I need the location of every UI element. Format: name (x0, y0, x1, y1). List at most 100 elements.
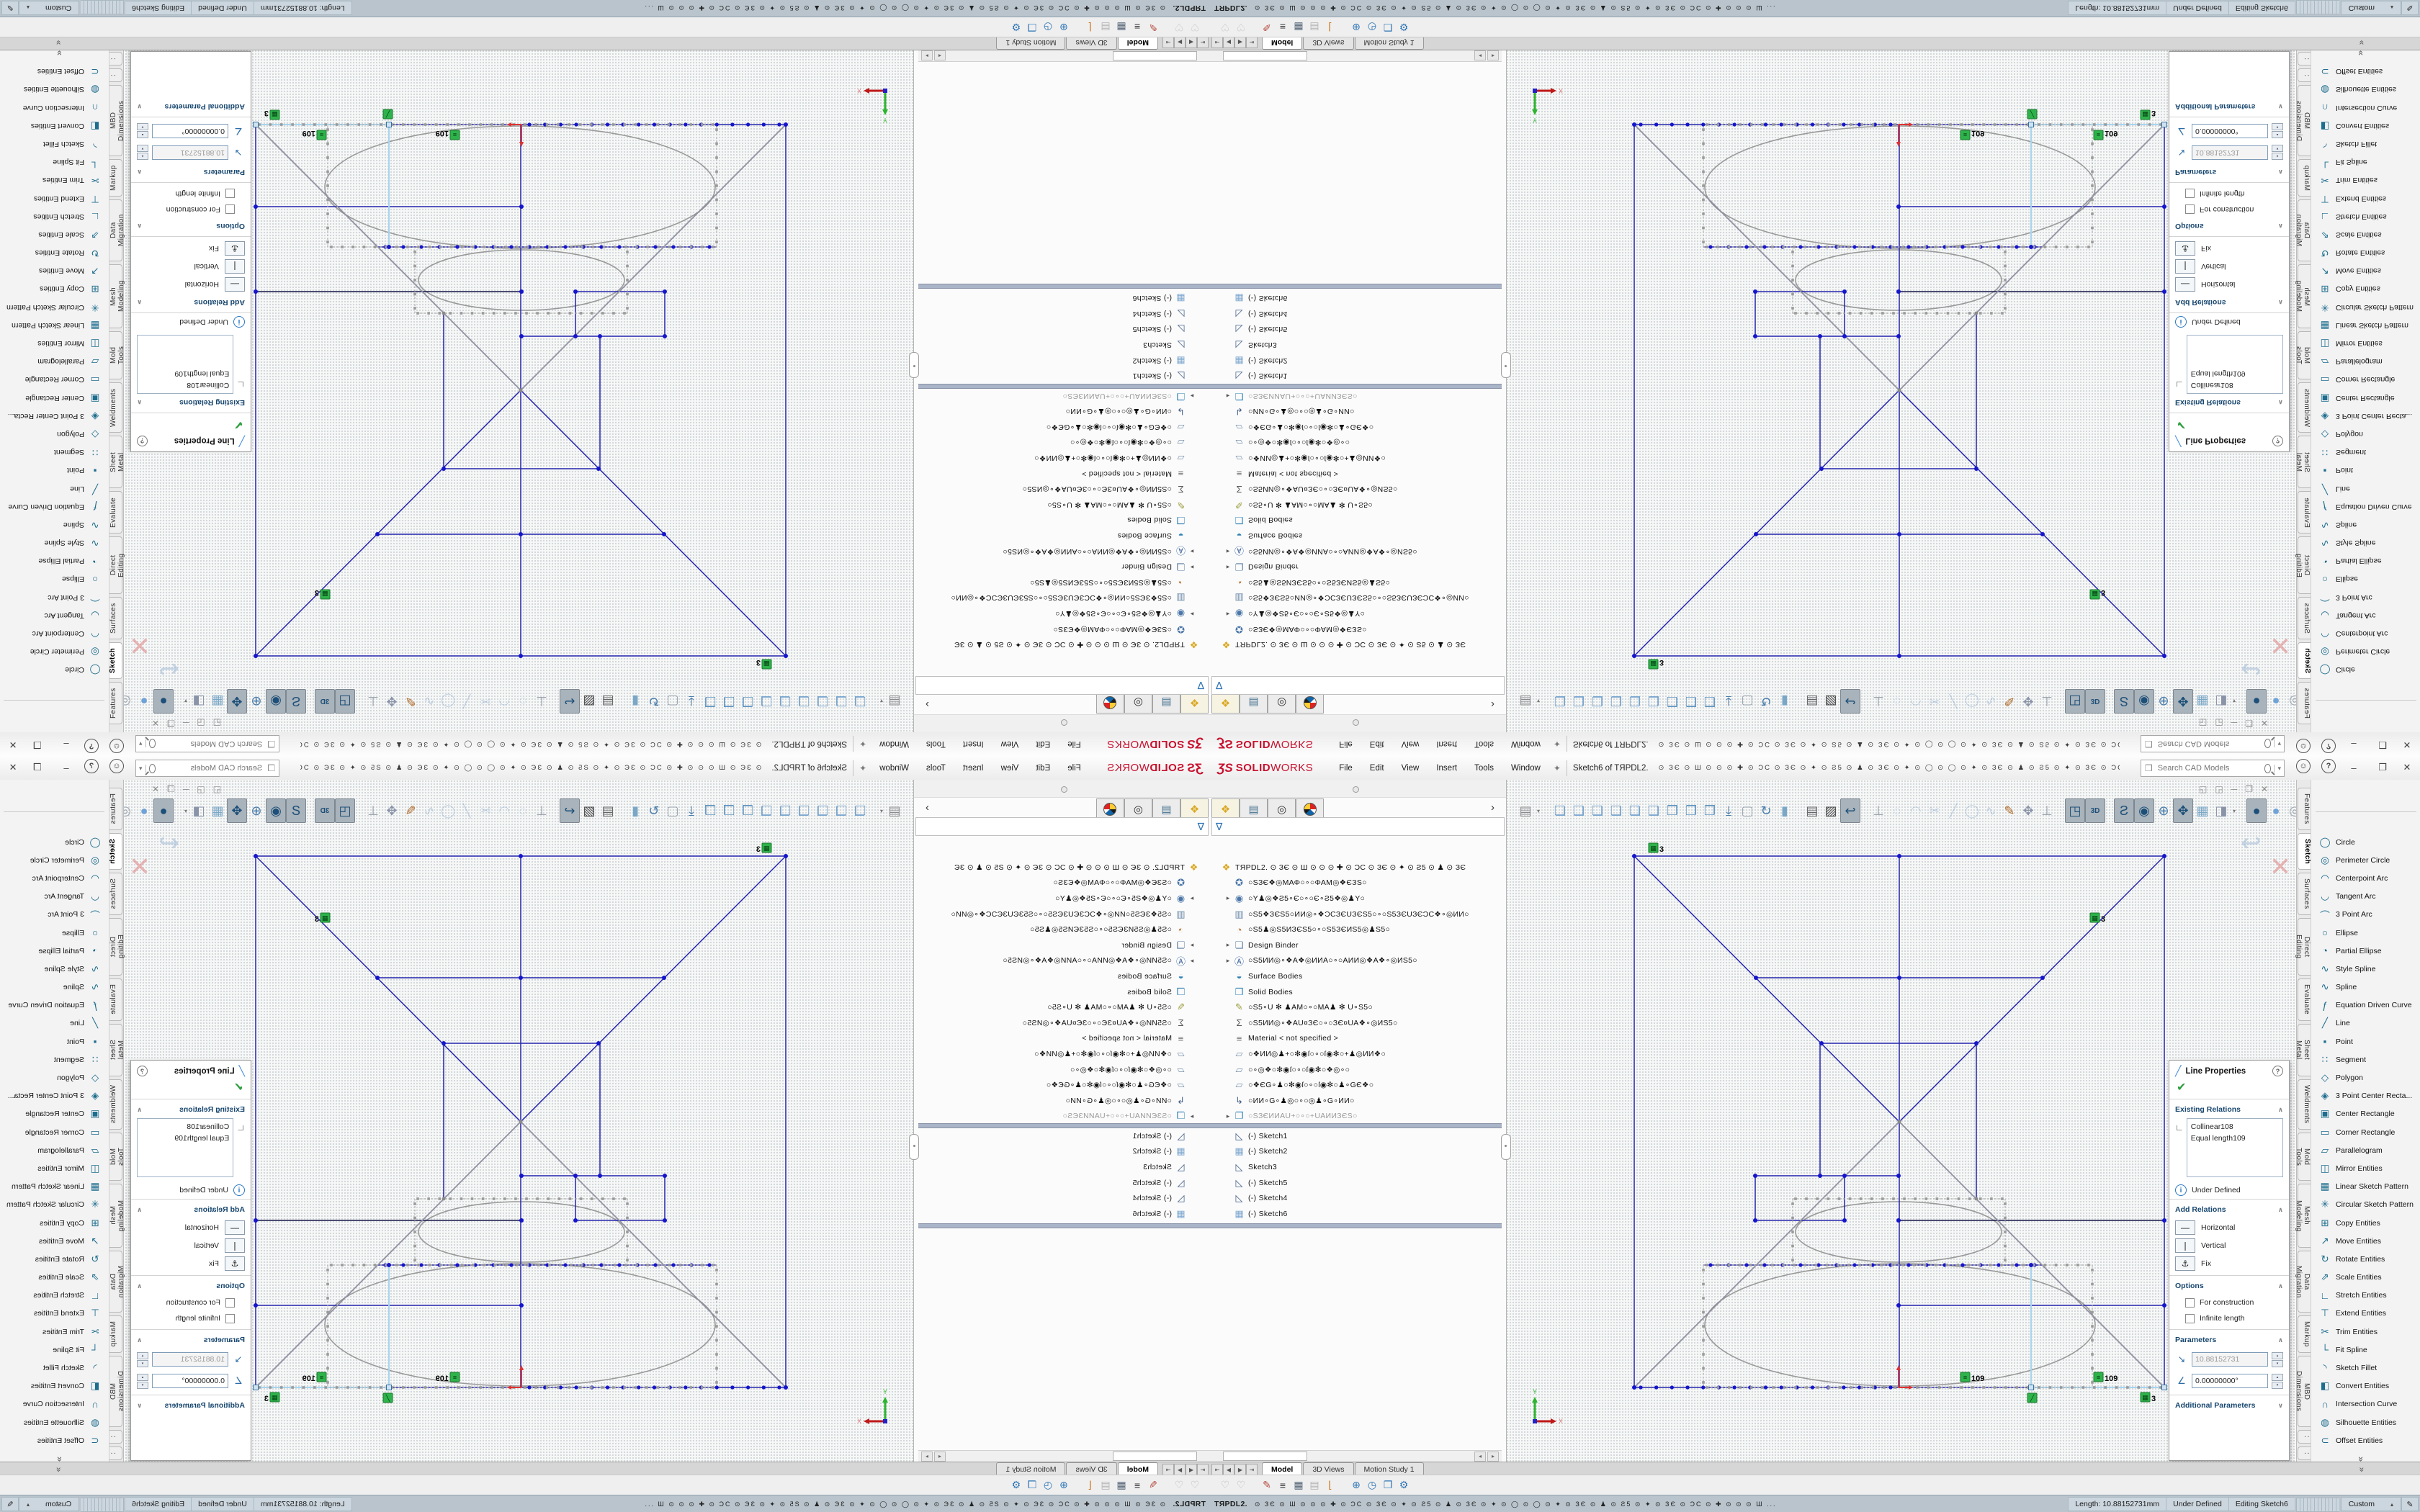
tree-item[interactable]: ▱○❖ЄG∘♟○✻◉ſ○∘○ſ◉✻○♟∘GЄ❖○ (1210, 419, 1506, 435)
motion-toolbar-button[interactable]: ⌊ (1082, 19, 1098, 35)
toolbar-button[interactable]: ▾ (878, 799, 885, 822)
panel-resize-handle[interactable] (1501, 1134, 1511, 1160)
command-tab[interactable]: Data Migration (109, 199, 122, 261)
toolbar-button[interactable]: ◯ (1963, 690, 1981, 713)
scroll-left-icon[interactable]: ◂ (1474, 1452, 1486, 1462)
toolbar-button[interactable]: Ƨ (286, 689, 306, 714)
relation-button[interactable]: ❘Vertical (137, 1236, 245, 1254)
tree-splitter[interactable] (1210, 384, 1502, 389)
palette-tool[interactable]: ∷Segment (0, 1050, 109, 1068)
tree-item[interactable]: ▱○❖ИИ◎♟+○✻◉ſ○∘○ſ◉✻○+♟◎ИИ❖○ (1210, 450, 1506, 466)
palette-tool[interactable]: ∿Style Spline (2311, 960, 2420, 978)
relation-entry[interactable]: Equal length109 (141, 368, 229, 379)
motion-toolbar-button[interactable]: ◷ (1040, 1477, 1056, 1493)
scrollbar-thumb[interactable] (1113, 51, 1197, 60)
toolbar-button[interactable]: ❏ (813, 799, 832, 822)
status-custom[interactable]: Custom▴ (2341, 1, 2401, 15)
toolbar-button[interactable]: ◉ (2134, 689, 2154, 714)
expand-arrow-icon[interactable]: ▸ (1223, 610, 1233, 618)
palette-tool[interactable]: ▪Point (2311, 462, 2420, 480)
panel-resize-handle[interactable] (909, 352, 919, 378)
toolbar-button[interactable]: ↻ (645, 799, 663, 822)
palette-tool[interactable]: ◧Convert Entities (0, 117, 109, 135)
status-pen-icon[interactable]: ✎ (2401, 1, 2419, 15)
toolbar-button[interactable]: ◳ (2065, 798, 2085, 823)
scroll-right-icon[interactable]: ▸ (921, 1452, 933, 1462)
palette-tool[interactable]: ⊤Extend Entities (0, 189, 109, 207)
toolbar-button[interactable]: ▾ (182, 799, 189, 822)
toolbar-button[interactable]: ◌ (514, 690, 532, 713)
sketch-tree-item[interactable]: ◺(-) Sketch4 (1210, 1190, 1506, 1206)
motion-toolbar-button[interactable]: ▤ (1098, 1477, 1113, 1493)
motion-toolbar-button[interactable]: ◷ (1364, 1477, 1380, 1493)
motion-toolbar-button[interactable]: ▦ (1113, 1477, 1129, 1493)
command-tab[interactable]: Data Migration (2298, 199, 2311, 261)
tab-nav-button[interactable]: ⇤ (1197, 37, 1209, 48)
menu-item[interactable]: Window (1504, 738, 1548, 751)
toolbar-button[interactable]: ▨ (580, 690, 599, 713)
toolbar-button[interactable]: ● (153, 798, 174, 823)
tab-nav-button[interactable]: ▶ (1174, 1464, 1186, 1475)
tree-item[interactable]: ▸Ⓐ○Ѕ5ИИ◎∘❖Α❖◎ИИΑ○∘○ΑИИ◎❖Α❖∘◎ИЅ5○ (1210, 953, 1506, 969)
palette-tool[interactable]: ▦Linear Sketch Pattern (0, 316, 109, 334)
toolbar-button[interactable]: ▤ (1516, 799, 1535, 822)
close-button[interactable]: ✕ (2398, 736, 2416, 753)
command-tab[interactable]: Sketch (2298, 642, 2312, 679)
checkbox[interactable] (2185, 1298, 2195, 1308)
tab-display-manager[interactable] (1296, 692, 1324, 714)
toolbar-button[interactable]: ▮ (626, 690, 645, 713)
option-checkbox[interactable]: Infinite length (2175, 1310, 2283, 1326)
palette-tool[interactable]: ▱Parallelogram (0, 353, 109, 371)
toolbar-button[interactable]: ❏ (832, 690, 851, 713)
sketch-tree-item[interactable]: ◺Sketch3 (1210, 337, 1506, 353)
palette-tool[interactable]: ◫Mirror Entities (0, 334, 109, 352)
sketch-tree-item[interactable]: ▦(-) Sketch6 (914, 1206, 1210, 1222)
toolbar-button[interactable]: ∿ (420, 799, 439, 822)
help-icon[interactable]: ? (2272, 436, 2283, 446)
checkbox[interactable] (225, 205, 235, 215)
palette-tool[interactable]: ↗Move Entities (0, 1232, 109, 1250)
toolbar-button[interactable]: ◳ (335, 689, 355, 714)
palette-tool[interactable]: ✳Circular Sketch Pattern (0, 298, 109, 316)
command-tab[interactable]: Weldments (109, 1079, 122, 1129)
motion-toolbar-button[interactable]: ♡ (1171, 19, 1187, 35)
palette-tool[interactable]: ∟Stretch Entities (2311, 1287, 2420, 1305)
toolbar-button[interactable]: Ƨ (2114, 798, 2134, 823)
child-window-button[interactable]: ◲ (197, 784, 205, 794)
command-tab[interactable]: : (109, 68, 122, 82)
palette-tool[interactable]: ◯Circle (2311, 833, 2420, 851)
palette-tool[interactable]: ◍Silhouette Entities (2311, 1413, 2420, 1431)
sketch-tree-item[interactable]: ◺(-) Sketch1 (914, 1128, 1210, 1144)
sketch-tree-item[interactable]: ◺(-) Sketch5 (1210, 1175, 1506, 1191)
command-tab[interactable]: Sheet Metal (109, 1024, 122, 1077)
toolbar-button[interactable]: ✥ (2019, 690, 2038, 713)
sketch-tree-item[interactable]: ◺(-) Sketch4 (1210, 306, 1506, 322)
palette-tool[interactable]: ◡Tangent Arc (2311, 888, 2420, 906)
tree-item[interactable]: ❖TЯPDL2. ⊙ ЗЄ ⊙ Ш ⊙ ⊙ ⊙ ✚ ⊙ ƆϹ ⊙ ЗЄ ⊙ ✦ … (914, 636, 1210, 652)
palette-tool[interactable]: ▣Center Rectangle (0, 1105, 109, 1123)
minimize-button[interactable]: – (58, 759, 75, 776)
menu-item[interactable]: Tools (919, 762, 953, 775)
command-tab[interactable]: Direct Editing (109, 536, 122, 595)
document-tab[interactable]: Model (1262, 1462, 1302, 1475)
menu-item[interactable]: View (994, 762, 1026, 775)
command-tab[interactable]: : (109, 1446, 122, 1460)
toolbar-button[interactable]: ▤ (1516, 690, 1535, 713)
account-icon[interactable]: ☺ (109, 739, 124, 753)
palette-tool[interactable]: ◯Circle (0, 833, 109, 851)
toolbar-button[interactable]: ● (2267, 799, 2285, 822)
toolbar-button[interactable]: ╱ (1944, 799, 1963, 822)
toolbar-button[interactable]: ❒ (720, 690, 738, 713)
palette-tool[interactable]: ▭Corner Rectangle (2311, 1123, 2420, 1141)
toolbar-button[interactable]: ❏ (1644, 799, 1663, 822)
relation-button[interactable]: ❘Vertical (2175, 1236, 2283, 1254)
toolbar-button[interactable]: ❒ (1700, 799, 1719, 822)
palette-tool[interactable]: ◡Tangent Arc (2311, 606, 2420, 624)
expand-arrow-icon[interactable]: ▸ (1223, 1112, 1233, 1120)
toolbar-button[interactable]: ⊕ (2154, 799, 2173, 822)
tab-configuration-manager[interactable]: ◎ (1124, 692, 1152, 714)
close-button[interactable]: ✕ (2398, 759, 2416, 776)
tab-nav-button[interactable]: ⇥ (1162, 37, 1174, 48)
confirmation-corner-sketch-icon[interactable]: ↩ (159, 829, 180, 858)
palette-tool[interactable]: ∿Spline (0, 978, 109, 996)
